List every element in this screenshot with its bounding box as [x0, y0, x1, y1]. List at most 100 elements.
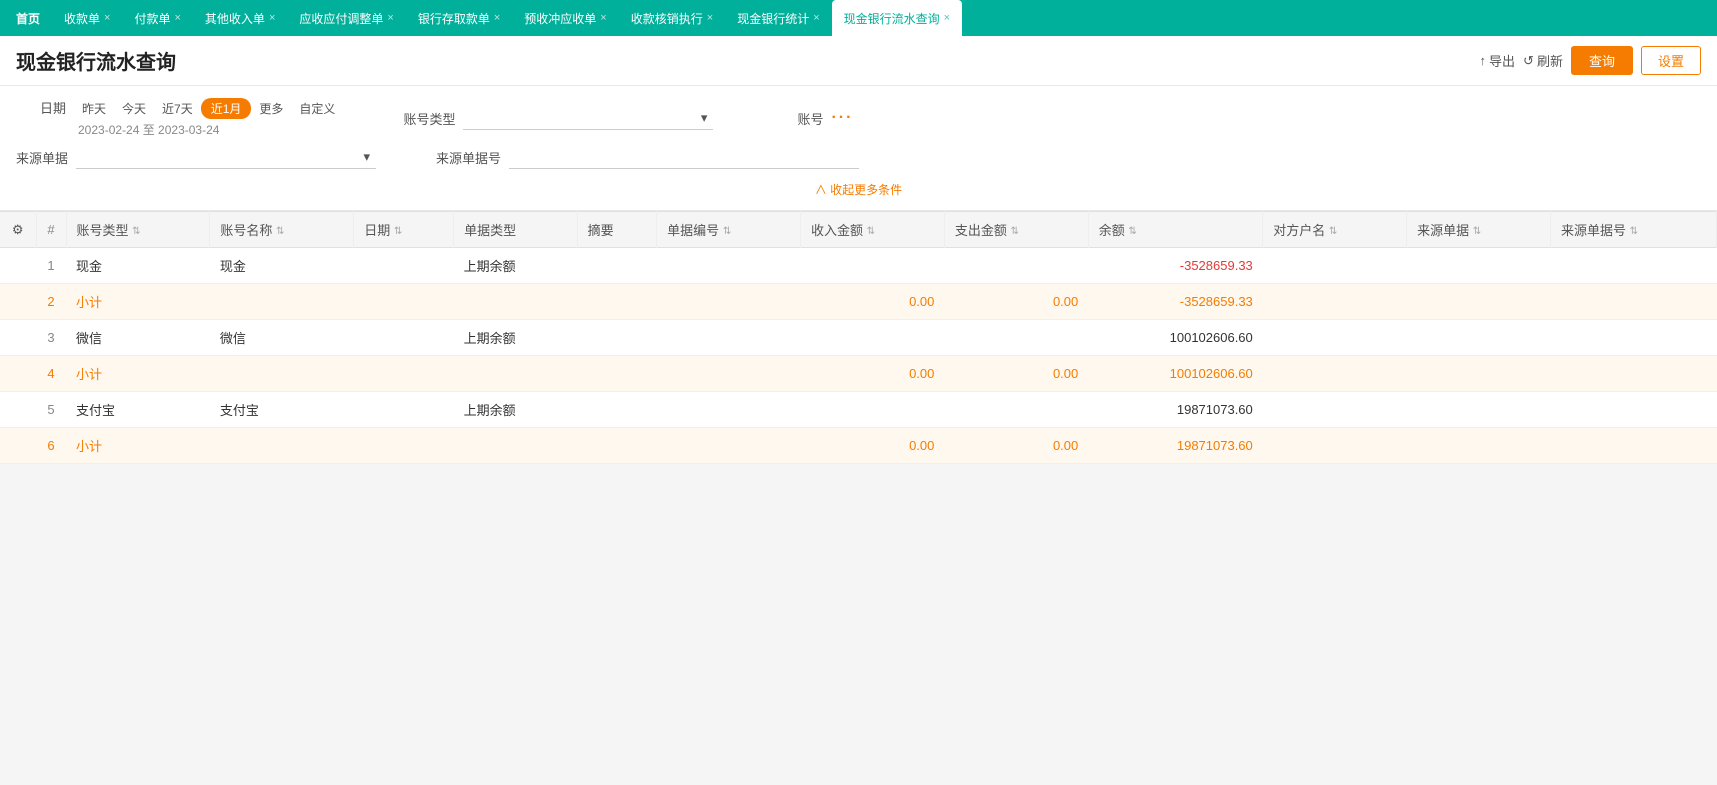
col-summary: 摘要 [577, 212, 657, 248]
date-btn-custom[interactable]: 自定义 [291, 98, 343, 119]
col-doc-type: 单据类型 [454, 212, 578, 248]
sort-expense-icon: ⇅ [1011, 226, 1019, 237]
col-account-name[interactable]: 账号名称 ⇅ [210, 212, 354, 248]
page-header: 现金银行流水查询 ↑ 导出 ↺ 刷新 查询 设置 [0, 36, 1717, 86]
row-summary [577, 284, 657, 320]
row-account-type: 小计 [66, 284, 210, 320]
row-source-doc [1407, 320, 1551, 356]
query-button[interactable]: 查询 [1571, 46, 1633, 75]
account-type-label: 账号类型 [403, 109, 455, 128]
row-balance: 19871073.60 [1088, 428, 1263, 464]
col-source-doc[interactable]: 来源单据 ⇅ [1407, 212, 1551, 248]
source-doc-chevron-icon: ▾ [363, 149, 370, 165]
table-settings-gear-icon[interactable]: ⚙ [12, 222, 24, 237]
col-settings[interactable]: ⚙ [0, 212, 36, 248]
nav-tab-bank-deposit[interactable]: 银行存取款单 × [406, 0, 512, 36]
source-doc-select[interactable]: ▾ [76, 146, 376, 169]
row-settings-cell [0, 284, 36, 320]
col-account-type-label: 账号类型 [77, 223, 129, 238]
close-verify-icon[interactable]: × [707, 12, 713, 24]
col-income[interactable]: 收入金额 ⇅ [801, 212, 945, 248]
close-pre-receive-icon[interactable]: × [600, 12, 606, 24]
row-counterpart [1263, 428, 1407, 464]
export-button[interactable]: ↑ 导出 [1480, 51, 1516, 70]
row-doc-type [454, 356, 578, 392]
row-settings-cell [0, 248, 36, 284]
nav-tab-stats[interactable]: 现金银行统计 × [725, 0, 831, 36]
row-doc-no [657, 428, 801, 464]
col-doc-no-label: 单据编号 [667, 223, 719, 238]
row-account-type: 小计 [66, 356, 210, 392]
refresh-button[interactable]: ↺ 刷新 [1523, 51, 1563, 70]
filter-row-date: 日期 昨天 今天 近7天 近1月 更多 自定义 2023-02-24 至 202… [16, 98, 1701, 138]
date-filters: 昨天 今天 近7天 近1月 更多 自定义 [74, 98, 343, 119]
sort-doc-no-icon: ⇅ [723, 226, 731, 237]
col-balance[interactable]: 余额 ⇅ [1088, 212, 1263, 248]
close-payment-icon[interactable]: × [174, 12, 180, 24]
table-row[interactable]: 2 小计 0.00 0.00 -3528659.33 [0, 284, 1717, 320]
table-row[interactable]: 4 小计 0.00 0.00 100102606.60 [0, 356, 1717, 392]
row-account-type: 微信 [66, 320, 210, 356]
date-btn-7days[interactable]: 近7天 [154, 98, 201, 119]
row-income [801, 392, 945, 428]
row-account-type: 现金 [66, 248, 210, 284]
settings-button[interactable]: 设置 [1641, 46, 1701, 75]
row-income: 0.00 [801, 356, 945, 392]
col-counterpart-label: 对方户名 [1273, 223, 1325, 238]
row-source-doc-no [1551, 356, 1717, 392]
nav-tab-pre-receive[interactable]: 预收冲应收单 × [512, 0, 618, 36]
row-doc-type: 上期余额 [454, 392, 578, 428]
row-doc-no [657, 392, 801, 428]
close-receipt-icon[interactable]: × [104, 12, 110, 24]
close-adjust-icon[interactable]: × [387, 12, 393, 24]
row-balance: -3528659.33 [1088, 284, 1263, 320]
filter-area: 日期 昨天 今天 近7天 近1月 更多 自定义 2023-02-24 至 202… [0, 86, 1717, 211]
col-counterpart[interactable]: 对方户名 ⇅ [1263, 212, 1407, 248]
row-date [354, 428, 454, 464]
nav-tab-adjust[interactable]: 应收应付调整单 × [287, 0, 405, 36]
row-expense: 0.00 [944, 284, 1088, 320]
row-expense: 0.00 [944, 428, 1088, 464]
date-btn-today[interactable]: 今天 [114, 98, 154, 119]
nav-tab-receipt[interactable]: 收款单 × [52, 0, 122, 36]
account-type-select[interactable]: ▾ [463, 107, 713, 130]
header-actions: ↑ 导出 ↺ 刷新 查询 设置 [1480, 46, 1701, 75]
table-row[interactable]: 6 小计 0.00 0.00 19871073.60 [0, 428, 1717, 464]
filter-collapse-bar[interactable]: ∧ 收起更多条件 [16, 177, 1701, 202]
nav-tab-home[interactable]: 首页 [4, 0, 52, 36]
row-source-doc [1407, 356, 1551, 392]
row-source-doc-no [1551, 428, 1717, 464]
row-date [354, 356, 454, 392]
col-account-type[interactable]: 账号类型 ⇅ [66, 212, 210, 248]
close-bank-deposit-icon[interactable]: × [494, 12, 500, 24]
nav-tab-verify[interactable]: 收款核销执行 × [619, 0, 725, 36]
table-row[interactable]: 3 微信 微信 上期余额 100102606.60 [0, 320, 1717, 356]
date-btn-more[interactable]: 更多 [251, 98, 291, 119]
table-row[interactable]: 1 现金 现金 上期余额 -3528659.33 [0, 248, 1717, 284]
row-doc-no [657, 320, 801, 356]
row-account-name [210, 356, 354, 392]
nav-tab-other-income[interactable]: 其他收入单 × [193, 0, 287, 36]
date-btn-yesterday[interactable]: 昨天 [74, 98, 114, 119]
row-expense: 0.00 [944, 356, 1088, 392]
col-expense[interactable]: 支出金额 ⇅ [944, 212, 1088, 248]
close-cashflow-icon[interactable]: × [944, 12, 950, 24]
row-source-doc-no [1551, 392, 1717, 428]
row-source-doc-no [1551, 248, 1717, 284]
close-stats-icon[interactable]: × [813, 12, 819, 24]
close-other-income-icon[interactable]: × [269, 12, 275, 24]
row-counterpart [1263, 284, 1407, 320]
date-btn-1month[interactable]: 近1月 [201, 98, 252, 119]
row-settings-cell [0, 392, 36, 428]
col-date[interactable]: 日期 ⇅ [354, 212, 454, 248]
nav-tab-cashflow[interactable]: 现金银行流水查询 × [832, 0, 962, 36]
nav-tab-payment[interactable]: 付款单 × [122, 0, 192, 36]
col-doc-no[interactable]: 单据编号 ⇅ [657, 212, 801, 248]
col-num: # [36, 212, 66, 248]
col-source-doc-no[interactable]: 来源单据号 ⇅ [1551, 212, 1717, 248]
account-dots[interactable]: ··· [831, 109, 853, 127]
row-date [354, 392, 454, 428]
table-row[interactable]: 5 支付宝 支付宝 上期余额 19871073.60 [0, 392, 1717, 428]
source-doc-no-input[interactable] [509, 147, 859, 169]
row-counterpart [1263, 248, 1407, 284]
